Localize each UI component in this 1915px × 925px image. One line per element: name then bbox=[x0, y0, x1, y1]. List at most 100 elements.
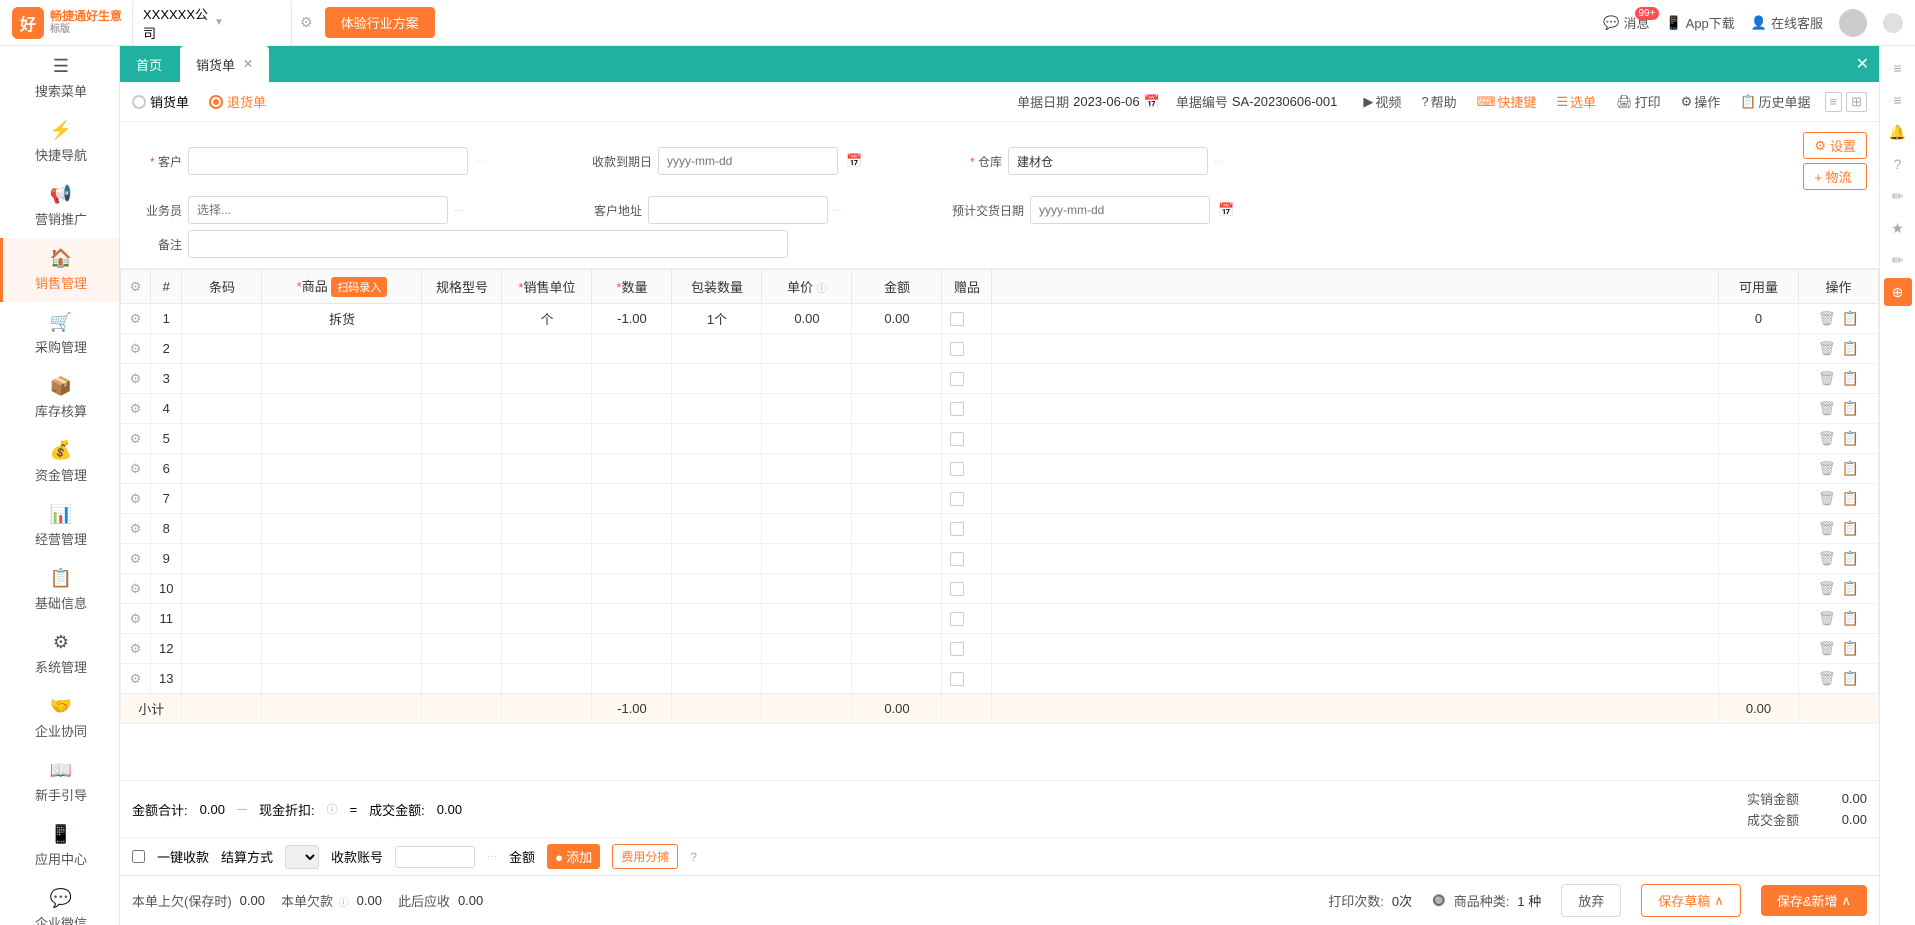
cell-unit[interactable] bbox=[502, 424, 592, 454]
customer-addr-input[interactable] bbox=[648, 196, 828, 224]
sidebar-item-sales[interactable]: 🏠 销售管理 bbox=[0, 238, 119, 302]
remarks-input[interactable] bbox=[188, 230, 788, 258]
cell-gift[interactable] bbox=[942, 604, 992, 634]
cell-spec[interactable] bbox=[422, 364, 502, 394]
cell-pkg-qty[interactable] bbox=[672, 664, 762, 694]
trial-button[interactable]: 体验行业方案 bbox=[325, 7, 435, 38]
cell-barcode[interactable] bbox=[182, 424, 262, 454]
cell-price[interactable] bbox=[762, 334, 852, 364]
delete-icon[interactable]: 🗑 bbox=[1818, 460, 1836, 477]
cell-product[interactable] bbox=[262, 544, 422, 574]
cell-gift[interactable] bbox=[942, 394, 992, 424]
cell-spec[interactable] bbox=[422, 604, 502, 634]
cell-product[interactable] bbox=[262, 514, 422, 544]
cell-pkg-qty[interactable] bbox=[672, 574, 762, 604]
cell-qty[interactable] bbox=[592, 394, 672, 424]
row-gear-icon[interactable]: ⚙ bbox=[130, 431, 142, 446]
cell-pkg-qty[interactable] bbox=[672, 514, 762, 544]
radio-sales[interactable]: 销货单 bbox=[132, 92, 189, 111]
radio-return[interactable]: 退货单 bbox=[209, 92, 266, 111]
user-avatar-2[interactable] bbox=[1883, 13, 1903, 33]
cell-barcode[interactable] bbox=[182, 334, 262, 364]
toolbar-video[interactable]: ▶ 视频 bbox=[1357, 90, 1407, 113]
sidebar-item-marketing[interactable]: 📢 营销推广 bbox=[0, 174, 119, 238]
copy-icon[interactable]: 📋 bbox=[1842, 310, 1859, 327]
cell-product[interactable] bbox=[262, 364, 422, 394]
row-gear-icon[interactable]: ⚙ bbox=[130, 341, 142, 356]
copy-icon[interactable]: 📋 bbox=[1842, 460, 1859, 477]
cell-unit[interactable] bbox=[502, 514, 592, 544]
cell-spec[interactable] bbox=[422, 484, 502, 514]
cell-barcode[interactable] bbox=[182, 574, 262, 604]
copy-icon[interactable]: 📋 bbox=[1842, 640, 1859, 657]
sidebar-item-quick[interactable]: ⚡ 快捷导航 bbox=[0, 110, 119, 174]
cell-amount[interactable] bbox=[852, 394, 942, 424]
copy-icon[interactable]: 📋 bbox=[1842, 490, 1859, 507]
cell-barcode[interactable] bbox=[182, 664, 262, 694]
toolbar-select[interactable]: ☰ 选单 bbox=[1550, 90, 1602, 113]
fee-info-icon[interactable]: ? bbox=[690, 850, 697, 864]
cell-gift[interactable] bbox=[942, 574, 992, 604]
sidebar-item-finance[interactable]: 💰 资金管理 bbox=[0, 430, 119, 494]
user-avatar[interactable] bbox=[1839, 9, 1867, 37]
company-selector[interactable]: XXXXXX公司 ▼ bbox=[132, 0, 292, 47]
cell-product[interactable] bbox=[262, 424, 422, 454]
message-button[interactable]: 💬 消息 99+ bbox=[1603, 13, 1649, 32]
cell-gift[interactable] bbox=[942, 664, 992, 694]
cell-spec[interactable] bbox=[422, 574, 502, 604]
warehouse-input[interactable] bbox=[1008, 147, 1208, 175]
cell-unit[interactable] bbox=[502, 664, 592, 694]
cell-price[interactable] bbox=[762, 364, 852, 394]
cell-qty[interactable] bbox=[592, 544, 672, 574]
cell-qty[interactable] bbox=[592, 514, 672, 544]
gift-checkbox[interactable] bbox=[950, 402, 964, 416]
cell-price[interactable] bbox=[762, 514, 852, 544]
cell-unit[interactable] bbox=[502, 484, 592, 514]
fee-split-button[interactable]: 费用分摊 bbox=[612, 844, 678, 869]
cell-barcode[interactable] bbox=[182, 364, 262, 394]
cell-product[interactable]: 拆货 bbox=[262, 304, 422, 334]
row-gear-icon[interactable]: ⚙ bbox=[130, 401, 142, 416]
cell-amount[interactable] bbox=[852, 634, 942, 664]
cell-spec[interactable] bbox=[422, 454, 502, 484]
cell-barcode[interactable] bbox=[182, 604, 262, 634]
gift-checkbox[interactable] bbox=[950, 642, 964, 656]
delete-icon[interactable]: 🗑 bbox=[1818, 670, 1836, 687]
row-gear-icon[interactable]: ⚙ bbox=[130, 521, 142, 536]
product-kinds-icon[interactable]: 🔘 bbox=[1432, 894, 1446, 907]
gift-checkbox[interactable] bbox=[950, 672, 964, 686]
cell-pkg-qty[interactable] bbox=[672, 424, 762, 454]
cell-price[interactable] bbox=[762, 604, 852, 634]
sidebar-item-inventory[interactable]: 📦 库存核算 bbox=[0, 366, 119, 430]
cell-amount[interactable] bbox=[852, 334, 942, 364]
discount-info-icon[interactable]: ⓘ bbox=[327, 801, 338, 817]
gift-checkbox[interactable] bbox=[950, 612, 964, 626]
row-gear-icon[interactable]: ⚙ bbox=[130, 461, 142, 476]
row-gear-icon[interactable]: ⚙ bbox=[130, 671, 142, 686]
cell-spec[interactable] bbox=[422, 334, 502, 364]
tab-close-icon[interactable]: ✕ bbox=[243, 57, 253, 71]
cell-amount[interactable] bbox=[852, 664, 942, 694]
abandon-button[interactable]: 放弃 bbox=[1561, 884, 1621, 917]
gift-checkbox[interactable] bbox=[950, 552, 964, 566]
cell-spec[interactable] bbox=[422, 544, 502, 574]
cell-price[interactable] bbox=[762, 394, 852, 424]
cell-unit[interactable] bbox=[502, 334, 592, 364]
row-gear-icon[interactable]: ⚙ bbox=[130, 641, 142, 656]
cell-barcode[interactable] bbox=[182, 544, 262, 574]
copy-icon[interactable]: 📋 bbox=[1842, 400, 1859, 417]
cell-amount[interactable] bbox=[852, 574, 942, 604]
row-gear-icon[interactable]: ⚙ bbox=[130, 371, 142, 386]
cell-amount[interactable]: 0.00 bbox=[852, 304, 942, 334]
cell-unit[interactable] bbox=[502, 394, 592, 424]
cell-barcode[interactable] bbox=[182, 454, 262, 484]
sidebar-item-collab[interactable]: 🤝 企业协同 bbox=[0, 686, 119, 750]
customer-addr-dots[interactable]: ··· bbox=[834, 205, 844, 216]
cell-amount[interactable] bbox=[852, 544, 942, 574]
cell-gift[interactable] bbox=[942, 424, 992, 454]
sidebar-item-search[interactable]: ☰ 搜索菜单 bbox=[0, 46, 119, 110]
cell-qty[interactable] bbox=[592, 634, 672, 664]
cell-pkg-qty[interactable]: 1个 bbox=[672, 304, 762, 334]
gift-checkbox[interactable] bbox=[950, 342, 964, 356]
cell-product[interactable] bbox=[262, 634, 422, 664]
